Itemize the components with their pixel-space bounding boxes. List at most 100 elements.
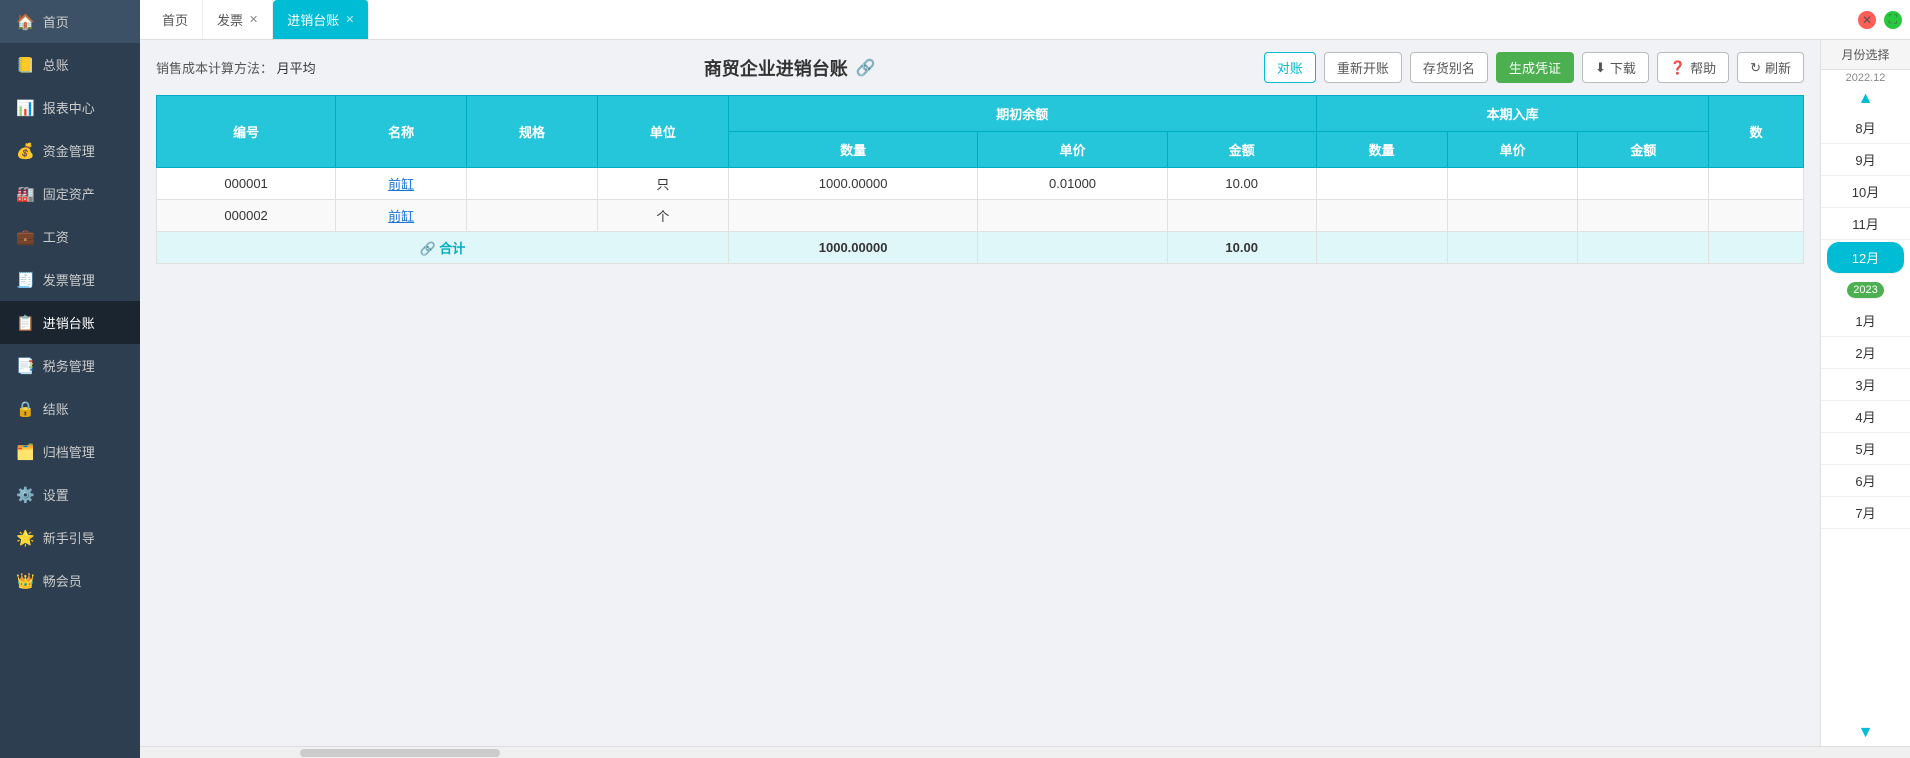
cell-unit: 个 — [597, 200, 728, 232]
window-max-button[interactable]: ⛶ — [1884, 11, 1902, 29]
reconcile-button[interactable]: 对账 — [1264, 52, 1316, 83]
month-item-2023-3月[interactable]: 3月 — [1821, 369, 1910, 401]
col-opening-amount: 金额 — [1167, 132, 1316, 168]
content-area: 销售成本计算方法： 月平均 商贸企业进销台账 🔗 对账 重新开账 存货别名 生成… — [140, 40, 1910, 746]
cell-opening-amount: 10.00 — [1167, 168, 1316, 200]
total-opening-price — [978, 232, 1167, 264]
sidebar-item-invoice-mgmt[interactable]: 🧾 发票管理 — [0, 258, 140, 301]
month-item-2023-5月[interactable]: 5月 — [1821, 433, 1910, 465]
cell-opening-price — [978, 200, 1167, 232]
sidebar-item-guide[interactable]: 🌟新手引导 — [0, 516, 140, 559]
month-item-2023-7月[interactable]: 7月 — [1821, 497, 1910, 529]
sidebar-item-member[interactable]: 👑畅会员 — [0, 559, 140, 602]
cell-inbound-qty — [1316, 200, 1447, 232]
table-total-row: 🔗 合计 1000.00000 10.00 — [157, 232, 1804, 264]
cell-unit: 只 — [597, 168, 728, 200]
save-alias-button[interactable]: 存货别名 — [1410, 52, 1488, 83]
month-item-2023-4月[interactable]: 4月 — [1821, 401, 1910, 433]
general-ledger-icon: 📒 — [16, 56, 35, 74]
cell-opening-qty: 1000.00000 — [728, 168, 978, 200]
tax-icon: 📑 — [16, 357, 35, 375]
sidebar-item-archive[interactable]: 🗂️归档管理 — [0, 430, 140, 473]
tab-home[interactable]: 首页 — [148, 0, 203, 39]
col-unit: 单位 — [597, 96, 728, 168]
sidebar-item-reports[interactable]: 📊 报表中心 — [0, 86, 140, 129]
month-item-2023-2月[interactable]: 2月 — [1821, 337, 1910, 369]
bottom-scrollbar[interactable] — [140, 746, 1910, 758]
table-body: 000001 前缸 只 1000.00000 0.01000 10.00 000… — [157, 168, 1804, 264]
help-button[interactable]: ❓ 帮助 — [1657, 52, 1729, 83]
sidebar-item-payroll[interactable]: 💼工资 — [0, 215, 140, 258]
col-inbound-qty: 数量 — [1316, 132, 1447, 168]
fixed-assets-icon: 🏭 — [16, 185, 35, 203]
title-link-icon[interactable]: 🔗 — [856, 58, 876, 78]
month-panel-title: 月份选择 — [1821, 40, 1910, 70]
name-link[interactable]: 前缸 — [388, 209, 414, 224]
page-title: 商贸企业进销台账 🔗 — [316, 55, 1264, 81]
sidebar-label-invoice-mgmt: 发票管理 — [43, 270, 95, 289]
tab-close-invoice[interactable]: ✕ — [249, 13, 258, 26]
reports-icon: 📊 — [16, 99, 35, 117]
tab-invoice[interactable]: 发票✕ — [203, 0, 273, 39]
col-number: 编号 — [157, 96, 336, 168]
sidebar-label-tax: 税务管理 — [43, 356, 95, 375]
cost-method-label: 销售成本计算方法： 月平均 — [156, 58, 316, 77]
total-opening-amount: 10.00 — [1167, 232, 1316, 264]
cost-method-text: 销售成本计算方法： — [156, 61, 273, 76]
cell-extra — [1709, 168, 1804, 200]
cell-number: 000002 — [157, 200, 336, 232]
sidebar-item-close-period[interactable]: 🔒结账 — [0, 387, 140, 430]
month-item-2022-10月[interactable]: 10月 — [1821, 176, 1910, 208]
month-item-2022-9月[interactable]: 9月 — [1821, 144, 1910, 176]
tab-purchase-sales-ledger[interactable]: 进销台账✕ — [273, 0, 369, 39]
sidebar: 🏠首页📒总账 📊 报表中心 💰资金管理🏭固定资产💼工资 🧾 发票管理 📋进销台账 📑 税务管理 🔒… — [0, 0, 140, 758]
sidebar-item-fixed-assets[interactable]: 🏭固定资产 — [0, 172, 140, 215]
action-buttons: 对账 重新开账 存货别名 生成凭证 ⬇ 下载 ❓ 帮助 ↻ 刷新 — [1264, 52, 1804, 83]
month-scroll-down[interactable]: ▼ — [1821, 720, 1910, 746]
window-controls: ✕ ⛶ — [1858, 11, 1902, 29]
month-item-2023-1月[interactable]: 1月 — [1821, 305, 1910, 337]
tab-bar: 首页发票✕进销台账✕ ✕ ⛶ — [140, 0, 1910, 40]
tab-label-home: 首页 — [162, 10, 188, 29]
sidebar-label-guide: 新手引导 — [43, 528, 95, 547]
table-row: 000002 前缸 个 — [157, 200, 1804, 232]
sidebar-item-purchase-sales[interactable]: 📋进销台账 — [0, 301, 140, 344]
ledger-table: 编号 名称 规格 单位 期初余额 本期入库 数 数量 单价 金额 数 — [156, 95, 1804, 264]
total-inbound-qty — [1316, 232, 1447, 264]
month-item-2023-6月[interactable]: 6月 — [1821, 465, 1910, 497]
cell-extra — [1709, 200, 1804, 232]
month-item-2022-8月[interactable]: 8月 — [1821, 112, 1910, 144]
col-name: 名称 — [336, 96, 467, 168]
total-inbound-price — [1447, 232, 1578, 264]
funds-icon: 💰 — [16, 142, 35, 160]
sidebar-item-home[interactable]: 🏠首页 — [0, 0, 140, 43]
total-label-cell: 🔗 合计 — [157, 232, 729, 264]
name-link[interactable]: 前缸 — [388, 177, 414, 192]
scroll-thumb[interactable] — [300, 749, 500, 757]
refresh-button[interactable]: ↻ 刷新 — [1737, 52, 1804, 83]
sidebar-item-tax[interactable]: 📑 税务管理 — [0, 344, 140, 387]
generate-voucher-button[interactable]: 生成凭证 — [1496, 52, 1574, 83]
sidebar-item-funds[interactable]: 💰资金管理 — [0, 129, 140, 172]
month-item-2022-12月[interactable]: 12月 — [1827, 242, 1904, 274]
sidebar-label-reports: 报表中心 — [43, 98, 95, 117]
total-inbound-amount — [1578, 232, 1709, 264]
month-scroll-up[interactable]: ▲ — [1821, 86, 1910, 112]
month-panel: 月份选择 2022.12 ▲ 8月9月10月11月12月20231月2月3月4月… — [1820, 40, 1910, 746]
invoice-mgmt-icon: 🧾 — [16, 271, 35, 289]
sidebar-label-archive: 归档管理 — [43, 442, 95, 461]
page-title-text: 商贸企业进销台账 — [704, 55, 848, 81]
month-item-2022-11月[interactable]: 11月 — [1821, 208, 1910, 240]
main-area: 首页发票✕进销台账✕ ✕ ⛶ 销售成本计算方法： 月平均 商贸企业进销台账 🔗 … — [140, 0, 1910, 758]
cell-name: 前缸 — [336, 168, 467, 200]
reopen-button[interactable]: 重新开账 — [1324, 52, 1402, 83]
window-close-button[interactable]: ✕ — [1858, 11, 1876, 29]
tab-close-purchase-sales-ledger[interactable]: ✕ — [345, 13, 354, 26]
download-icon: ⬇ — [1595, 60, 1606, 76]
cell-spec — [467, 168, 598, 200]
sidebar-item-settings[interactable]: ⚙️设置 — [0, 473, 140, 516]
sidebar-label-member: 畅会员 — [43, 571, 82, 590]
sidebar-item-general-ledger[interactable]: 📒总账 — [0, 43, 140, 86]
download-button[interactable]: ⬇ 下载 — [1582, 52, 1649, 83]
purchase-sales-icon: 📋 — [16, 314, 35, 332]
